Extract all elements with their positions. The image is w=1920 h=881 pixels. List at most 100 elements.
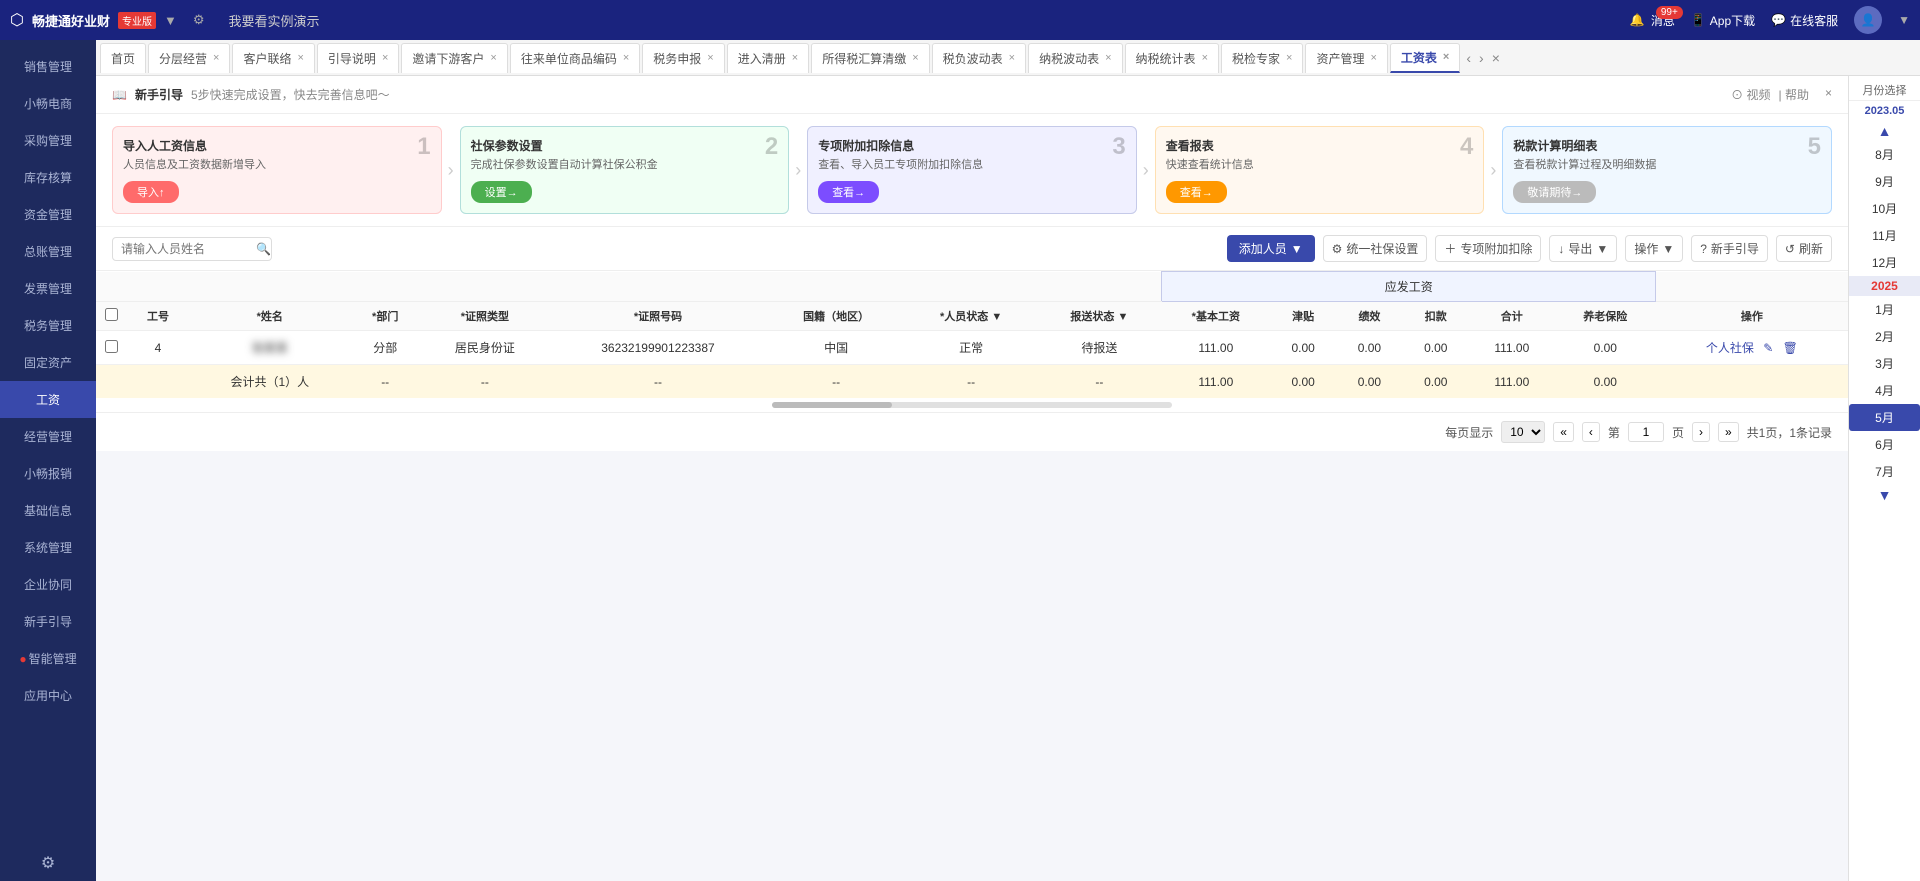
tab-ns[interactable]: 纳税统计表× — [1125, 43, 1219, 73]
sidebar-item-guide[interactable]: 新手引导 — [0, 603, 96, 640]
tab-gz-close[interactable]: × — [1443, 51, 1449, 63]
edit-icon[interactable]: ✎ — [1763, 341, 1773, 355]
month-8[interactable]: 8月 — [1849, 141, 1920, 168]
tab-fb[interactable]: 税负波动表× — [932, 43, 1026, 73]
sidebar-item-salary[interactable]: 工资 — [0, 381, 96, 418]
sidebar-item-smart[interactable]: ●智能管理 — [0, 640, 96, 677]
sidebar-item-ledger[interactable]: 总账管理 — [0, 233, 96, 270]
tab-sd-close[interactable]: × — [912, 52, 918, 64]
tab-sw[interactable]: 税务申报× — [642, 43, 724, 73]
month-11[interactable]: 11月 — [1849, 222, 1920, 249]
month-3[interactable]: 3月 — [1849, 350, 1920, 377]
sidebar-item-operation[interactable]: 经营管理 — [0, 418, 96, 455]
tab-kh[interactable]: 客户联络× — [232, 43, 314, 73]
tab-zc[interactable]: 资产管理× — [1305, 43, 1387, 73]
help-link[interactable]: | 帮助 — [1779, 86, 1809, 103]
tab-nav-prev[interactable]: ‹ — [1462, 50, 1475, 66]
first-page-button[interactable]: « — [1553, 422, 1574, 442]
tab-yq-close[interactable]: × — [490, 52, 496, 64]
tab-fen-close[interactable]: × — [213, 52, 219, 64]
step-btn-2[interactable]: 设置→ — [471, 181, 532, 203]
video-link[interactable]: ⊙ 视频 — [1731, 86, 1770, 103]
notification-button[interactable]: 🔔 消息 99+ — [1630, 12, 1675, 29]
tab-nb[interactable]: 纳税波动表× — [1028, 43, 1122, 73]
online-support-button[interactable]: 💬 在线客服 — [1771, 12, 1838, 29]
prev-page-button[interactable]: ‹ — [1582, 422, 1600, 442]
sidebar-item-apps[interactable]: 应用中心 — [0, 677, 96, 714]
sidebar-item-tax[interactable]: 税务管理 — [0, 307, 96, 344]
next-page-button[interactable]: › — [1692, 422, 1710, 442]
tab-fb-close[interactable]: × — [1009, 52, 1015, 64]
month-6[interactable]: 6月 — [1849, 431, 1920, 458]
tab-jc[interactable]: 税检专家× — [1221, 43, 1303, 73]
step-btn-4[interactable]: 查看→ — [1166, 181, 1227, 203]
sidebar-item-enterprise[interactable]: 企业协同 — [0, 566, 96, 603]
last-page-button[interactable]: » — [1718, 422, 1739, 442]
tab-yd[interactable]: 引导说明× — [317, 43, 399, 73]
step-btn-5[interactable]: 敬请期待→ — [1513, 181, 1596, 203]
tab-nav-next[interactable]: › — [1475, 50, 1488, 66]
settings-bottom-icon[interactable]: ⚙ — [41, 855, 55, 872]
sidebar-item-basic[interactable]: 基础信息 — [0, 492, 96, 529]
month-down-button[interactable]: ▼ — [1876, 485, 1894, 505]
sidebar-item-inventory[interactable]: 库存核算 — [0, 159, 96, 196]
add-person-button[interactable]: 添加人员 ▼ — [1227, 235, 1315, 262]
per-page-select[interactable]: 10 20 50 — [1501, 421, 1545, 443]
month-up-button[interactable]: ▲ — [1876, 121, 1894, 141]
tab-nb-close[interactable]: × — [1105, 52, 1111, 64]
unified-social-button[interactable]: ⚙ 统一社保设置 — [1323, 235, 1428, 262]
page-number-input[interactable] — [1628, 422, 1664, 442]
personal-social-link[interactable]: 个人社保 — [1706, 341, 1754, 355]
refresh-button[interactable]: ↺ 刷新 — [1776, 235, 1832, 262]
tab-home[interactable]: 首页 — [100, 43, 146, 73]
month-7[interactable]: 7月 — [1849, 458, 1920, 485]
sidebar-item-system[interactable]: 系统管理 — [0, 529, 96, 566]
month-10[interactable]: 10月 — [1849, 195, 1920, 222]
sidebar-item-sales[interactable]: 销售管理 — [0, 48, 96, 85]
step-btn-1[interactable]: 导入↑ — [123, 181, 179, 203]
month-2[interactable]: 2月 — [1849, 323, 1920, 350]
tab-sw-close[interactable]: × — [707, 52, 713, 64]
sidebar-item-ecommerce[interactable]: 小畅电商 — [0, 85, 96, 122]
close-guide-icon[interactable]: × — [1825, 86, 1832, 103]
select-all-checkbox[interactable] — [105, 308, 118, 321]
tab-wl[interactable]: 往来单位商品编码× — [510, 43, 640, 73]
search-input[interactable] — [112, 237, 272, 261]
new-guide-button[interactable]: ? 新手引导 — [1691, 235, 1768, 262]
tab-sd[interactable]: 所得税汇算清缴× — [811, 43, 929, 73]
tab-wl-close[interactable]: × — [623, 52, 629, 64]
settings-icon[interactable]: ⚙ — [193, 12, 205, 28]
user-avatar[interactable]: 👤 — [1854, 6, 1882, 34]
month-9[interactable]: 9月 — [1849, 168, 1920, 195]
row-checkbox[interactable] — [105, 340, 118, 353]
demo-link[interactable]: 我要看实例演示 — [229, 11, 320, 30]
step-btn-3[interactable]: 查看→ — [818, 181, 879, 203]
tab-jc-close[interactable]: × — [1286, 52, 1292, 64]
tab-ns-close[interactable]: × — [1202, 52, 1208, 64]
tab-qc-close[interactable]: × — [792, 52, 798, 64]
user-menu-button[interactable]: ▼ — [1898, 13, 1910, 27]
dropdown-icon[interactable]: ▼ — [164, 13, 177, 28]
month-4[interactable]: 4月 — [1849, 377, 1920, 404]
tab-close-all[interactable]: × — [1488, 50, 1504, 66]
month-12[interactable]: 12月 — [1849, 249, 1920, 276]
operate-button[interactable]: 操作 ▼ — [1625, 235, 1683, 262]
tab-zc-close[interactable]: × — [1370, 52, 1376, 64]
app-download-button[interactable]: 📱 App下载 — [1691, 12, 1755, 29]
tab-yq[interactable]: 邀请下游客户× — [401, 43, 507, 73]
sidebar-item-invoice[interactable]: 发票管理 — [0, 270, 96, 307]
tab-yd-close[interactable]: × — [382, 52, 388, 64]
month-5[interactable]: 5月 — [1849, 404, 1920, 431]
sidebar-item-report[interactable]: 小畅报销 — [0, 455, 96, 492]
tab-gz[interactable]: 工资表× — [1390, 43, 1460, 73]
sidebar-item-purchase[interactable]: 采购管理 — [0, 122, 96, 159]
send-filter-icon[interactable]: ▼ — [1117, 311, 1128, 323]
delete-icon[interactable]: 🗑 — [1783, 341, 1798, 355]
status-filter-icon[interactable]: ▼ — [991, 311, 1002, 323]
tab-fen[interactable]: 分层经营× — [148, 43, 230, 73]
month-1[interactable]: 1月 — [1849, 296, 1920, 323]
special-deduct-button[interactable]: ＋ 专项附加扣除 — [1435, 235, 1541, 262]
tab-qc[interactable]: 进入清册× — [727, 43, 809, 73]
export-button[interactable]: ↓ 导出 ▼ — [1549, 235, 1617, 262]
sidebar-item-asset[interactable]: 固定资产 — [0, 344, 96, 381]
